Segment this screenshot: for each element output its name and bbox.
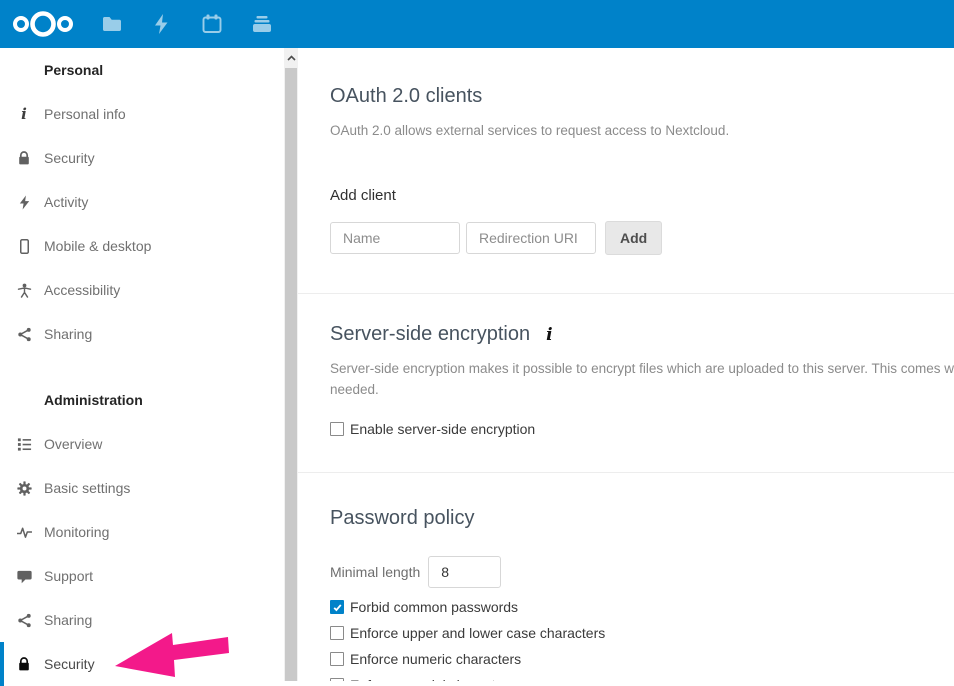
- sidebar-item-overview[interactable]: Overview: [0, 422, 284, 466]
- accessibility-icon: [16, 282, 32, 298]
- settings-sidebar: Personal i Personal info Security Activi…: [0, 48, 284, 681]
- nextcloud-logo[interactable]: [10, 7, 76, 41]
- checkbox-unchecked-icon[interactable]: [330, 626, 344, 640]
- checkbox-checked-icon[interactable]: [330, 600, 344, 614]
- sidebar-item-basic-settings[interactable]: Basic settings: [0, 466, 284, 510]
- sidebar-item-security-personal[interactable]: Security: [0, 136, 284, 180]
- minimal-length-row: Minimal length: [330, 556, 954, 588]
- add-client-form: Add: [330, 221, 954, 255]
- lock-icon: [16, 150, 32, 166]
- enable-encryption-checkbox[interactable]: Enable server-side encryption: [330, 419, 954, 439]
- client-name-input[interactable]: [330, 222, 460, 254]
- enforce-case-checkbox[interactable]: Enforce upper and lower case characters: [330, 623, 954, 643]
- add-client-label: Add client: [330, 187, 954, 204]
- scroll-up-button[interactable]: [284, 48, 298, 68]
- encryption-title: Server-side encryption i: [330, 322, 954, 346]
- lightning-icon: [16, 194, 32, 210]
- list-icon: [16, 436, 32, 452]
- folder-icon[interactable]: [100, 12, 124, 36]
- share-icon: [16, 326, 32, 342]
- sidebar-item-security-admin[interactable]: Security: [0, 642, 284, 686]
- section-divider: [298, 293, 954, 294]
- lock-icon: [16, 656, 32, 672]
- info-icon[interactable]: i: [546, 327, 552, 344]
- share-icon: [16, 612, 32, 628]
- lightning-icon[interactable]: [150, 12, 174, 36]
- oauth-description: OAuth 2.0 allows external services to re…: [330, 122, 954, 140]
- phone-icon: [16, 238, 32, 254]
- section-divider: [298, 472, 954, 473]
- oauth-section: OAuth 2.0 clients OAuth 2.0 allows exter…: [330, 84, 954, 255]
- sidebar-item-sharing-personal[interactable]: Sharing: [0, 312, 284, 356]
- forbid-common-passwords-checkbox[interactable]: Forbid common passwords: [330, 597, 954, 617]
- oauth-title: OAuth 2.0 clients: [330, 84, 954, 108]
- password-policy-section: Password policy Minimal length Forbid co…: [330, 506, 954, 681]
- checkbox-unchecked-icon[interactable]: [330, 422, 344, 436]
- chat-icon: [16, 568, 32, 584]
- checkbox-unchecked-icon[interactable]: [330, 652, 344, 666]
- enforce-special-checkbox[interactable]: Enforce special characters: [330, 675, 954, 681]
- sidebar-item-activity[interactable]: Activity: [0, 180, 284, 224]
- encryption-description-line2: needed.: [330, 381, 954, 399]
- gear-icon: [16, 480, 32, 496]
- add-client-button[interactable]: Add: [605, 221, 662, 255]
- app-icon-bar: [100, 12, 300, 36]
- sidebar-section-administration: Administration: [0, 378, 284, 422]
- scrollbar-thumb[interactable]: [285, 68, 297, 681]
- chevron-up-icon: [287, 55, 296, 61]
- minimal-length-input[interactable]: [428, 556, 501, 588]
- password-policy-options: Forbid common passwords Enforce upper an…: [330, 597, 954, 681]
- info-icon: i: [16, 106, 32, 122]
- top-header-bar: [0, 0, 954, 48]
- calendar-icon[interactable]: [200, 12, 224, 36]
- redirection-uri-input[interactable]: [466, 222, 596, 254]
- deck-icon[interactable]: [250, 12, 274, 36]
- encryption-description-line1: Server-side encryption makes it possible…: [330, 360, 954, 378]
- sidebar-section-personal: Personal: [0, 48, 284, 92]
- encryption-section: Server-side encryption i Server-side enc…: [330, 322, 954, 439]
- sidebar-item-mobile-desktop[interactable]: Mobile & desktop: [0, 224, 284, 268]
- sidebar-item-monitoring[interactable]: Monitoring: [0, 510, 284, 554]
- sidebar-scrollbar[interactable]: [284, 48, 298, 681]
- sidebar-item-sharing-admin[interactable]: Sharing: [0, 598, 284, 642]
- enforce-numeric-checkbox[interactable]: Enforce numeric characters: [330, 649, 954, 669]
- minimal-length-label: Minimal length: [330, 564, 420, 580]
- sidebar-item-personal-info[interactable]: i Personal info: [0, 92, 284, 136]
- sidebar-item-accessibility[interactable]: Accessibility: [0, 268, 284, 312]
- sidebar-item-support[interactable]: Support: [0, 554, 284, 598]
- password-policy-title: Password policy: [330, 506, 954, 530]
- settings-content: OAuth 2.0 clients OAuth 2.0 allows exter…: [298, 48, 954, 681]
- monitoring-icon: [16, 524, 32, 540]
